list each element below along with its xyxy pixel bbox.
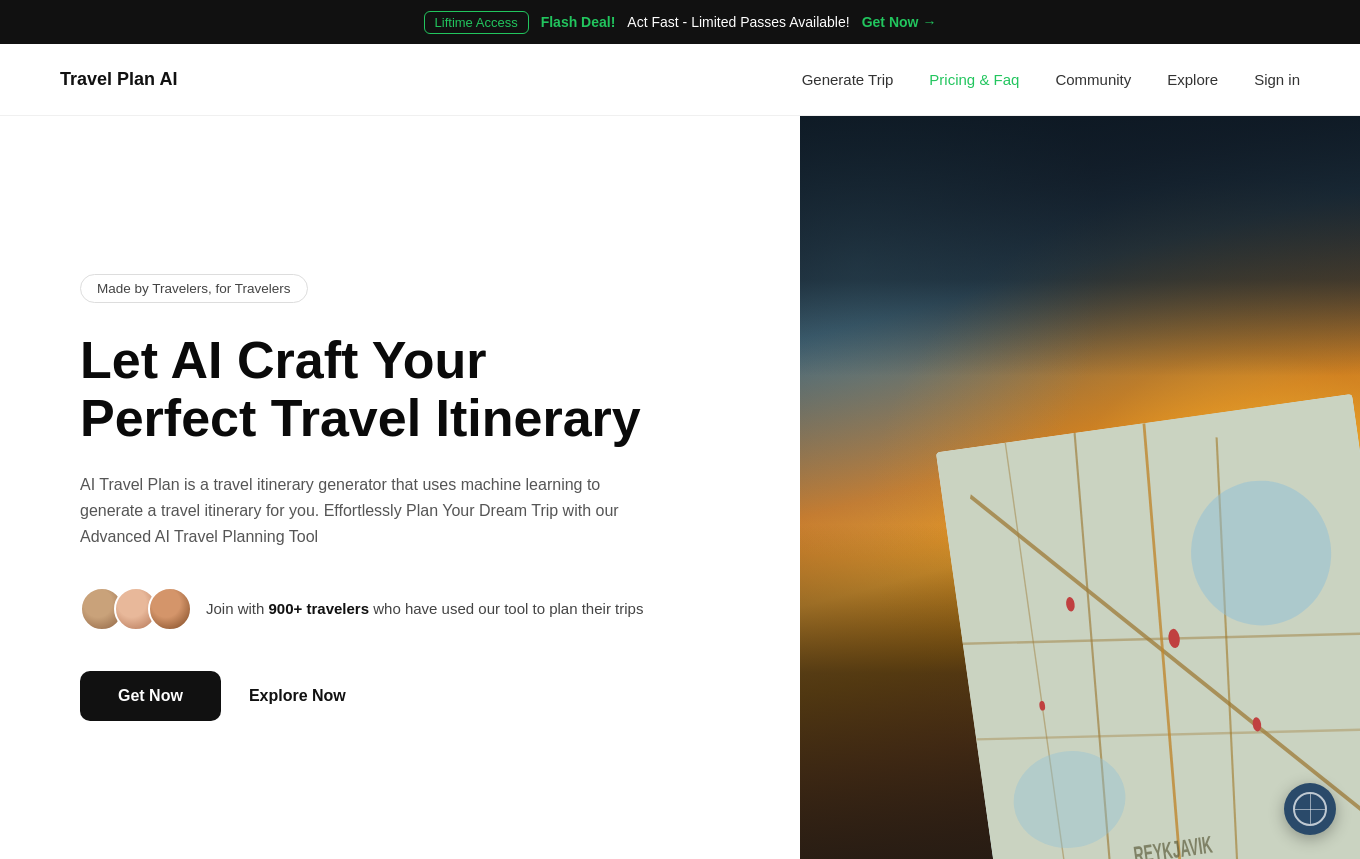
social-proof-text: Join with 900+ travelers who have used o…: [206, 598, 643, 621]
nav-links: Generate Trip Pricing & Faq Community Ex…: [802, 71, 1300, 89]
flash-deal-label: Flash Deal!: [541, 14, 616, 30]
cta-buttons: Get Now Explore Now: [80, 671, 720, 721]
nav-logo[interactable]: Travel Plan AI: [60, 69, 177, 90]
social-proof-highlight: 900+ travelers: [269, 600, 370, 617]
avatar-stack: [80, 587, 192, 631]
hero-right-image: REYKJAVIK: [800, 116, 1360, 859]
nav-explore[interactable]: Explore: [1167, 71, 1218, 88]
navbar: Travel Plan AI Generate Trip Pricing & F…: [0, 44, 1360, 116]
banner-get-now-link[interactable]: Get Now: [862, 14, 937, 30]
nav-signin[interactable]: Sign in: [1254, 71, 1300, 88]
chat-widget[interactable]: [1284, 783, 1336, 835]
hero-title: Let AI Craft Your Perfect Travel Itinera…: [80, 331, 660, 447]
globe-icon: [1293, 792, 1327, 826]
hero-description: AI Travel Plan is a travel itinerary gen…: [80, 472, 640, 551]
social-proof: Join with 900+ travelers who have used o…: [80, 587, 720, 631]
social-proof-suffix: who have used our tool to plan their tri…: [369, 600, 643, 617]
hero-bg: REYKJAVIK: [800, 116, 1360, 859]
flash-deal-text: Act Fast - Limited Passes Available!: [627, 14, 849, 30]
nav-pricing-faq[interactable]: Pricing & Faq: [929, 71, 1019, 88]
hero-section: Made by Travelers, for Travelers Let AI …: [0, 116, 1360, 859]
avatar: [148, 587, 192, 631]
nav-community[interactable]: Community: [1055, 71, 1131, 88]
hero-left: Made by Travelers, for Travelers Let AI …: [0, 116, 800, 859]
get-now-button[interactable]: Get Now: [80, 671, 221, 721]
lifetime-badge[interactable]: Liftime Access: [424, 11, 529, 34]
social-proof-prefix: Join with: [206, 600, 269, 617]
nav-generate-trip[interactable]: Generate Trip: [802, 71, 894, 88]
explore-now-button[interactable]: Explore Now: [249, 671, 346, 721]
made-by-badge: Made by Travelers, for Travelers: [80, 274, 308, 303]
top-banner: Liftime Access Flash Deal! Act Fast - Li…: [0, 0, 1360, 44]
